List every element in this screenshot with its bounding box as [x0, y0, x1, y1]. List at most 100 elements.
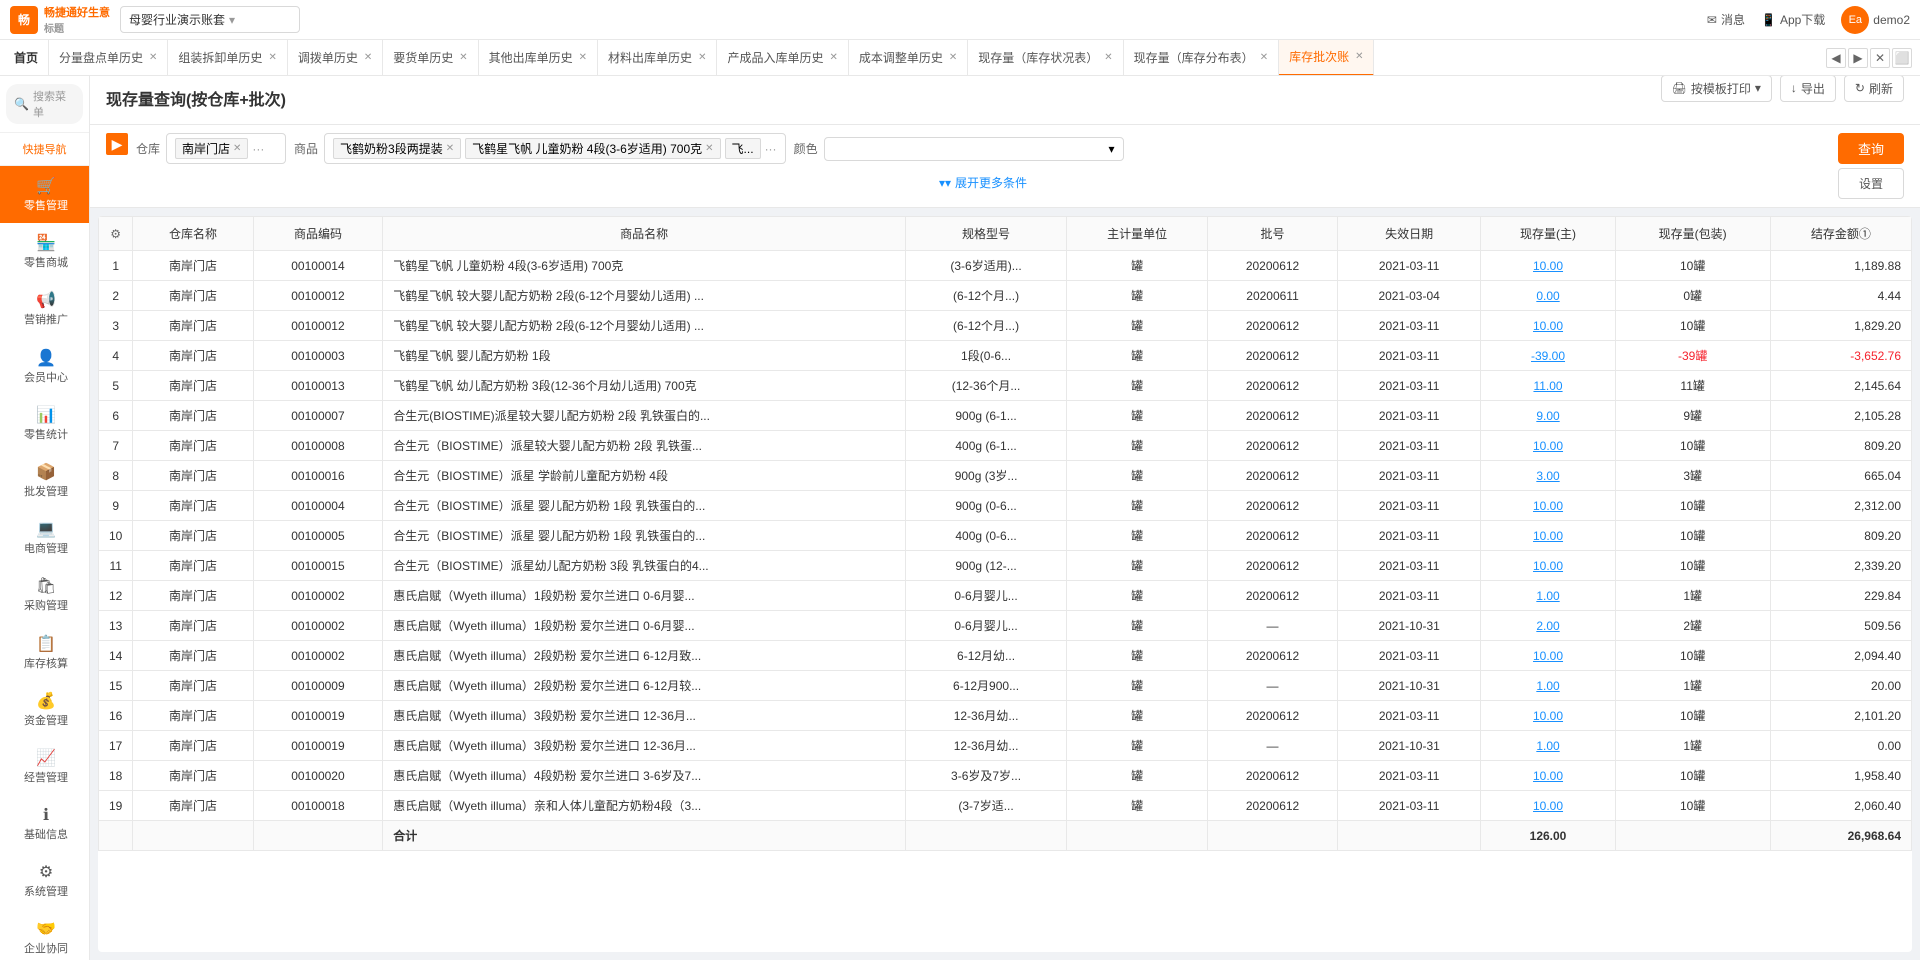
row-unit: 罐	[1067, 401, 1208, 431]
row-batch: 20200612	[1208, 371, 1338, 401]
table-row: 4 南岸门店 00100003 飞鹤星飞帆 婴儿配方奶粉 1段 1段(0-6..…	[99, 341, 1912, 371]
product-tag-1-close[interactable]: ✕	[446, 143, 454, 154]
row-qty-main[interactable]: 10.00	[1481, 311, 1615, 341]
expand-filter-btn[interactable]: ▶	[106, 133, 128, 155]
query-btn[interactable]: 查询	[1838, 133, 1904, 164]
row-qty-main[interactable]: 2.00	[1481, 611, 1615, 641]
row-warehouse: 南岸门店	[133, 341, 253, 371]
col-unit: 主计量单位	[1067, 217, 1208, 251]
sidebar-search[interactable]: 🔍 搜索菜单	[0, 76, 89, 133]
refresh-btn[interactable]: ↻ 刷新	[1844, 76, 1904, 102]
row-qty-main[interactable]: 10.00	[1481, 551, 1615, 581]
row-qty-main[interactable]: 0.00	[1481, 281, 1615, 311]
row-qty-main[interactable]: 10.00	[1481, 431, 1615, 461]
tab-close-9[interactable]: ✕	[1104, 52, 1112, 63]
row-qty-pkg: 1罐	[1615, 671, 1770, 701]
sidebar-item-enterprise[interactable]: 🤝 企业协同	[0, 909, 89, 960]
export-btn[interactable]: ↓ 导出	[1780, 76, 1836, 102]
tab-close-7[interactable]: ✕	[829, 52, 837, 63]
row-qty-main[interactable]: 10.00	[1481, 641, 1615, 671]
tab-home[interactable]: 首页	[4, 40, 49, 76]
row-batch: 20200612	[1208, 641, 1338, 671]
sidebar-item-wholesale[interactable]: 📦 批发管理	[0, 452, 89, 509]
row-qty-main[interactable]: 1.00	[1481, 671, 1615, 701]
tab-8[interactable]: 成本调整单历史 ✕	[849, 40, 968, 76]
tab-close-all-btn[interactable]: ✕	[1870, 48, 1890, 68]
tab-close-3[interactable]: ✕	[364, 52, 372, 63]
row-qty-main[interactable]: 10.00	[1481, 761, 1615, 791]
tab-11[interactable]: 库存批次账 ✕	[1279, 40, 1374, 76]
sidebar-item-basic-info[interactable]: ℹ 基础信息	[0, 795, 89, 852]
sidebar-item-mall[interactable]: 🏪 零售商城	[0, 223, 89, 280]
tab-close-10[interactable]: ✕	[1260, 52, 1268, 63]
warehouse-input[interactable]: 南岸门店 ✕ ···	[166, 133, 286, 164]
sidebar-item-stats[interactable]: 📊 零售统计	[0, 395, 89, 452]
app-download-btn[interactable]: 📱 App下载	[1761, 11, 1825, 28]
tab-close-4[interactable]: ✕	[459, 52, 467, 63]
warehouse-more[interactable]: ···	[252, 142, 264, 156]
row-qty-main[interactable]: 10.00	[1481, 251, 1615, 281]
enterprise-icon: 🤝	[36, 919, 56, 939]
product-input[interactable]: 飞鹤奶粉3段两提装 ✕ 飞鹤星飞帆 儿童奶粉 4段(3-6岁适用) 700克 ✕…	[324, 133, 786, 164]
tab-3[interactable]: 调拨单历史 ✕	[288, 40, 383, 76]
tab-close-8[interactable]: ✕	[949, 52, 957, 63]
color-input[interactable]: ▾	[824, 137, 1124, 161]
tab-prev-btn[interactable]: ◀	[1826, 48, 1846, 68]
row-qty-main[interactable]: 11.00	[1481, 371, 1615, 401]
user-avatar-area[interactable]: Ea demo2	[1841, 6, 1910, 34]
tab-close-11[interactable]: ✕	[1355, 51, 1363, 62]
tab-next-btn[interactable]: ▶	[1848, 48, 1868, 68]
column-settings-btn[interactable]: ⚙	[110, 227, 121, 241]
tab-close-6[interactable]: ✕	[698, 52, 706, 63]
row-qty-main[interactable]: -39.00	[1481, 341, 1615, 371]
row-qty-main[interactable]: 10.00	[1481, 791, 1615, 821]
sidebar-item-retail[interactable]: 🛒 零售管理	[0, 166, 89, 223]
row-amount: 809.20	[1770, 521, 1911, 551]
tab-1[interactable]: 分量盘点单历史 ✕	[49, 40, 168, 76]
tab-2[interactable]: 组装拆卸单历史 ✕	[168, 40, 287, 76]
row-qty-main[interactable]: 1.00	[1481, 731, 1615, 761]
row-no: 17	[99, 731, 133, 761]
setting-btn[interactable]: 设置	[1838, 168, 1904, 199]
tab-close-5[interactable]: ✕	[579, 52, 587, 63]
tab-5[interactable]: 其他出库单历史 ✕	[479, 40, 598, 76]
row-qty-main[interactable]: 3.00	[1481, 461, 1615, 491]
expand-conditions-btn[interactable]: ▾▾ 展开更多条件	[939, 174, 1027, 191]
sidebar-item-finance[interactable]: 💰 资金管理	[0, 681, 89, 738]
print-btn[interactable]: 🖨 按模板打印 ▾	[1661, 76, 1772, 102]
sidebar-search-box[interactable]: 🔍 搜索菜单	[6, 84, 83, 124]
row-qty-main[interactable]: 9.00	[1481, 401, 1615, 431]
tab-4[interactable]: 要货单历史 ✕	[383, 40, 478, 76]
logo-icon: 畅	[10, 6, 38, 34]
sidebar-item-member[interactable]: 👤 会员中心	[0, 338, 89, 395]
tab-10[interactable]: 现存量（库存分布表） ✕	[1124, 40, 1279, 76]
row-qty-main[interactable]: 10.00	[1481, 701, 1615, 731]
row-warehouse: 南岸门店	[133, 701, 253, 731]
enterprise-selector[interactable]: 母婴行业演示账套 ▾	[120, 6, 300, 33]
sidebar-item-system[interactable]: ⚙ 系统管理	[0, 852, 89, 909]
row-qty-main[interactable]: 10.00	[1481, 491, 1615, 521]
product-more[interactable]: ···	[765, 142, 777, 156]
product-tag-2-close[interactable]: ✕	[705, 143, 713, 154]
message-btn[interactable]: ✉ 消息	[1707, 11, 1745, 28]
sidebar-item-marketing[interactable]: 📢 营销推广	[0, 280, 89, 337]
total-empty-3	[253, 821, 383, 851]
tab-close-2[interactable]: ✕	[268, 52, 276, 63]
tab-9[interactable]: 现存量（库存状况表） ✕	[968, 40, 1123, 76]
row-code: 00100015	[253, 551, 383, 581]
row-qty-main[interactable]: 1.00	[1481, 581, 1615, 611]
row-expire: 2021-03-11	[1337, 311, 1481, 341]
sidebar-item-operations[interactable]: 📈 经营管理	[0, 738, 89, 795]
tab-7[interactable]: 产成品入库单历史 ✕	[717, 40, 848, 76]
sidebar-item-ecommerce[interactable]: 💻 电商管理	[0, 509, 89, 566]
total-empty-5	[1067, 821, 1208, 851]
sidebar-item-purchase[interactable]: 🛍 采购管理	[0, 566, 89, 623]
sidebar-item-inventory[interactable]: 📋 库存核算	[0, 624, 89, 681]
tab-6[interactable]: 材料出库单历史 ✕	[598, 40, 717, 76]
row-unit: 罐	[1067, 461, 1208, 491]
tab-close-1[interactable]: ✕	[149, 52, 157, 63]
tab-maximize-btn[interactable]: ⬜	[1892, 48, 1912, 68]
row-qty-main[interactable]: 10.00	[1481, 521, 1615, 551]
row-amount: 2,094.40	[1770, 641, 1911, 671]
warehouse-tag-close[interactable]: ✕	[233, 143, 241, 154]
